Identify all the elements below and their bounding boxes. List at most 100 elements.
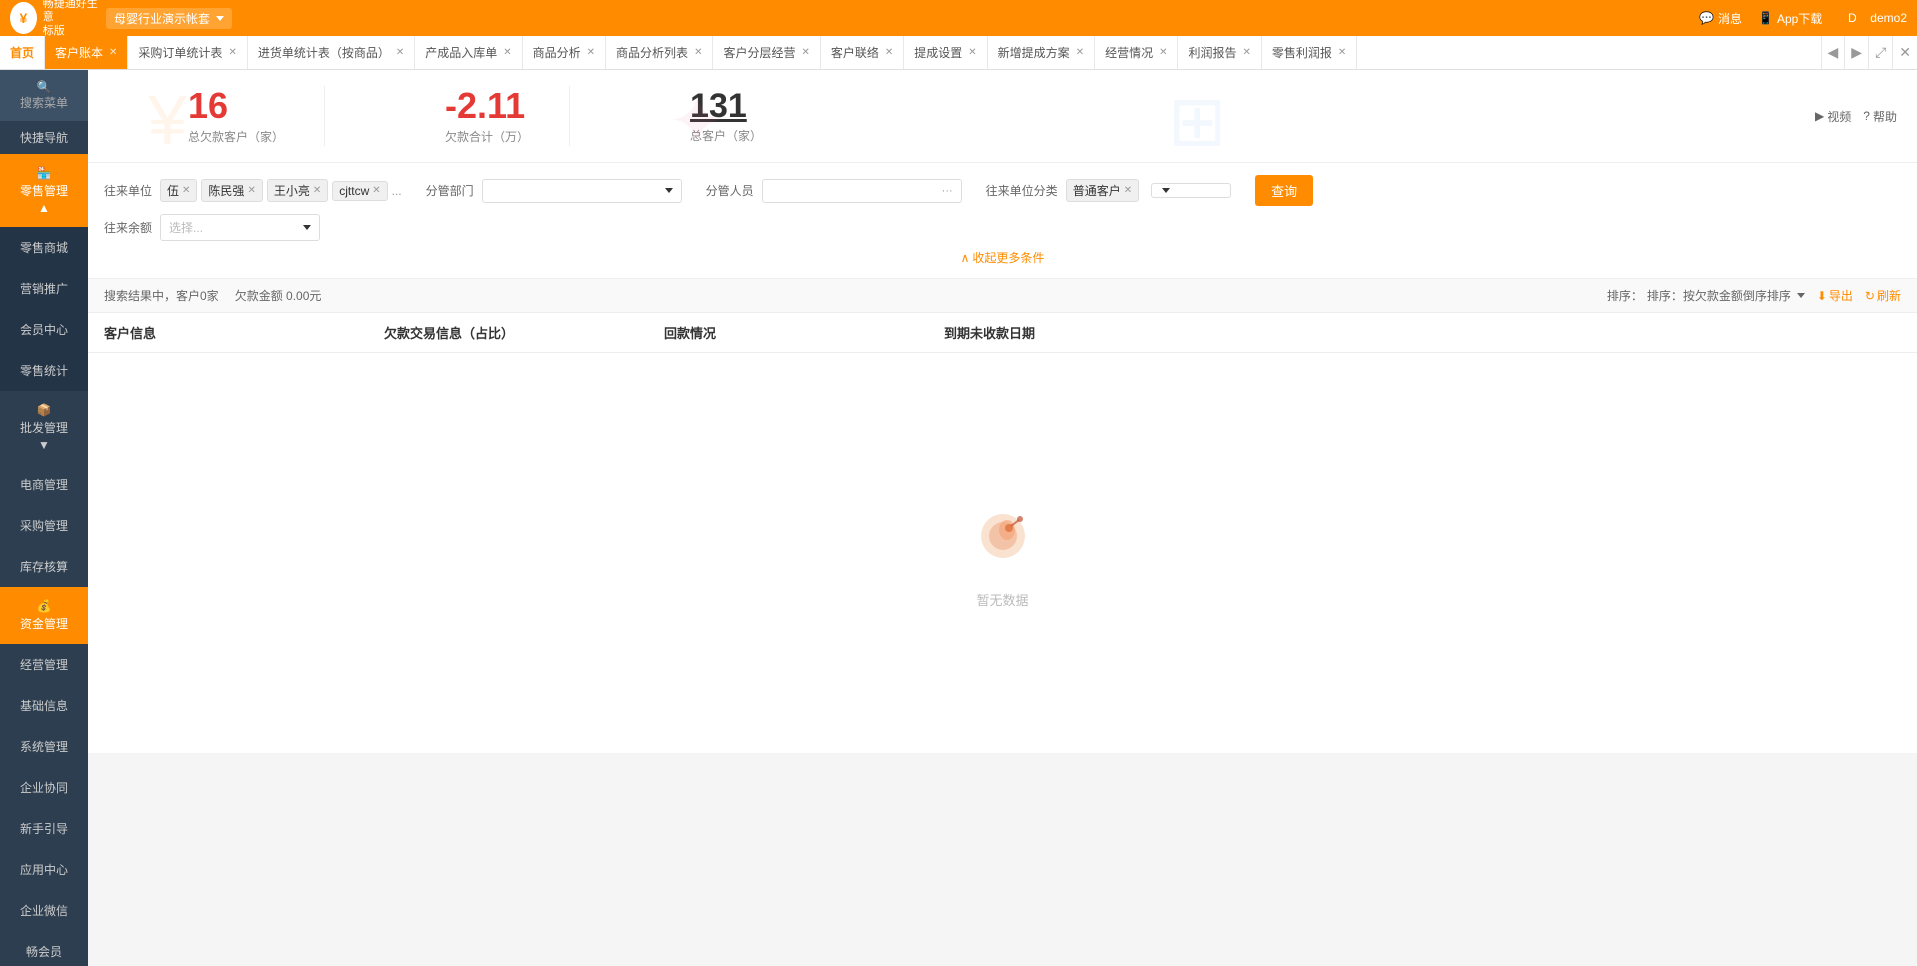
tab-close-customer-account[interactable]: ✕ bbox=[109, 47, 117, 58]
sort-select[interactable]: 排序： 排序：按欠款金额倒序排序 bbox=[1607, 287, 1805, 304]
sidebar-item-wholesale[interactable]: 📦 批发管理 ▼ bbox=[0, 391, 88, 464]
account-dropdown[interactable]: 母婴行业演示帐套 bbox=[106, 8, 232, 29]
tab-customer-contact[interactable]: 客户联络 ✕ bbox=[821, 36, 904, 70]
sidebar-item-finance[interactable]: 💰 资金管理 bbox=[0, 587, 88, 644]
person-select[interactable]: ··· bbox=[762, 179, 962, 203]
message-button[interactable]: 💬 消息 bbox=[1699, 10, 1742, 27]
filter-area: 往来单位 伍 ✕ 陈民强 ✕ 王小亮 ✕ bbox=[88, 163, 1917, 279]
tab-close-retail-profit[interactable]: ✕ bbox=[1338, 47, 1346, 58]
sidebar-item-retail-mgmt[interactable]: 🏪 零售管理 ▲ bbox=[0, 154, 88, 227]
tab-retail-profit[interactable]: 零售利润报 ✕ bbox=[1262, 36, 1357, 70]
tab-add-commission[interactable]: 新增提成方案 ✕ bbox=[988, 36, 1095, 70]
tab-expand-button[interactable]: ⤢ bbox=[1868, 36, 1892, 70]
sidebar-item-purchasing[interactable]: 采购管理 bbox=[0, 505, 88, 546]
collapse-icon: ∧ bbox=[961, 251, 970, 265]
filter-tag-3-close[interactable]: ✕ bbox=[372, 185, 380, 196]
sidebar-item-marketing[interactable]: 营销推广 bbox=[0, 268, 88, 309]
dept-label: 分管部门 bbox=[426, 182, 474, 199]
tab-close-operations[interactable]: ✕ bbox=[1159, 47, 1167, 58]
sidebar-item-retail-stats[interactable]: 零售统计 bbox=[0, 350, 88, 391]
tab-product-analysis[interactable]: 商品分析 ✕ bbox=[523, 36, 606, 70]
sidebar-item-enterprise-wechat[interactable]: 企业微信 bbox=[0, 890, 88, 931]
sidebar-item-basic-info[interactable]: 基础信息 bbox=[0, 685, 88, 726]
tab-close-add-commission[interactable]: ✕ bbox=[1076, 47, 1084, 58]
tab-close-goods-stats[interactable]: ✕ bbox=[396, 47, 404, 58]
filter-row-2: 往来余额 选择... bbox=[104, 214, 1901, 241]
sidebar-search[interactable]: 🔍 搜索菜单 bbox=[0, 70, 88, 121]
sidebar-item-inventory[interactable]: 库存核算 bbox=[0, 546, 88, 587]
sidebar-item-member-center[interactable]: 会员中心 bbox=[0, 309, 88, 350]
filter-tag-2-close[interactable]: ✕ bbox=[313, 185, 321, 196]
balance-select[interactable]: 选择... bbox=[160, 214, 320, 241]
export-icon: ⬇ bbox=[1817, 289, 1827, 303]
sidebar-quick-nav[interactable]: 快捷导航 bbox=[0, 121, 88, 154]
tab-customer-account[interactable]: 客户账本 ✕ bbox=[45, 36, 128, 70]
video-button[interactable]: ▶ 视频 bbox=[1815, 108, 1851, 125]
tab-customer-layer[interactable]: 客户分层经营 ✕ bbox=[713, 36, 820, 70]
category-select-chevron bbox=[1162, 188, 1170, 193]
tab-close-product-stock[interactable]: ✕ bbox=[503, 47, 511, 58]
finance-icon: 💰 bbox=[37, 599, 52, 613]
category-tag-0-close[interactable]: ✕ bbox=[1124, 185, 1132, 196]
help-button[interactable]: ? 帮助 bbox=[1863, 108, 1897, 125]
wholesale-icon: 📦 bbox=[37, 403, 52, 417]
tab-product-analysis-list[interactable]: 商品分析列表 ✕ bbox=[606, 36, 713, 70]
retail-expand-icon: ▲ bbox=[38, 201, 50, 215]
tab-commission-setting[interactable]: 提成设置 ✕ bbox=[904, 36, 987, 70]
sidebar-item-enterprise-collab[interactable]: 企业协同 bbox=[0, 767, 88, 808]
tab-close-customer-contact[interactable]: ✕ bbox=[885, 47, 893, 58]
tab-next-button[interactable]: ▶ bbox=[1844, 36, 1868, 70]
tab-close-purchase-order-stats[interactable]: ✕ bbox=[228, 47, 236, 58]
stat-value-debt: -2.11 bbox=[445, 88, 525, 124]
tab-close-customer-layer[interactable]: ✕ bbox=[801, 47, 809, 58]
tab-home[interactable]: 首页 bbox=[0, 36, 45, 70]
app-icon: 📱 bbox=[1758, 11, 1773, 25]
tab-close-product-analysis-list[interactable]: ✕ bbox=[694, 47, 702, 58]
tab-close-all-button[interactable]: ✕ bbox=[1892, 36, 1917, 70]
stat-value-total: 131 bbox=[690, 89, 747, 123]
results-bar: 搜索结果中，客户0家 欠款金额 0.00元 排序： 排序：按欠款金额倒序排序 ⬇… bbox=[88, 279, 1917, 313]
sidebar: 🔍 搜索菜单 快捷导航 🏪 零售管理 ▲ 零售商城 营销推广 会员中心 零售统计 bbox=[0, 70, 88, 966]
tab-goods-stats[interactable]: 进货单统计表（按商品） ✕ bbox=[248, 36, 415, 70]
filter-tag-0-close[interactable]: ✕ bbox=[182, 185, 190, 196]
dept-select-chevron bbox=[665, 188, 673, 193]
empty-icon bbox=[963, 498, 1043, 578]
export-button[interactable]: ⬇ 导出 bbox=[1817, 287, 1853, 304]
sidebar-item-operations-mgmt[interactable]: 经营管理 bbox=[0, 644, 88, 685]
sidebar-item-ecommerce[interactable]: 电商管理 bbox=[0, 464, 88, 505]
category-select[interactable] bbox=[1151, 183, 1231, 198]
app-download-button[interactable]: 📱 App下载 bbox=[1758, 10, 1822, 27]
tab-product-stock[interactable]: 产成品入库单 ✕ bbox=[415, 36, 522, 70]
tab-purchase-order-stats[interactable]: 采购订单统计表 ✕ bbox=[128, 36, 247, 70]
results-bar-right: 排序： 排序：按欠款金额倒序排序 ⬇ 导出 ↻ 刷新 bbox=[1607, 287, 1901, 304]
col-header-due-date: 到期未收款日期 bbox=[944, 323, 1224, 342]
filter-tag-1-close[interactable]: ✕ bbox=[247, 185, 255, 196]
filter-more-button[interactable]: ... bbox=[392, 184, 402, 198]
tab-close-profit-report[interactable]: ✕ bbox=[1243, 47, 1251, 58]
stat-divider-1 bbox=[324, 86, 325, 146]
video-icon: ▶ bbox=[1815, 109, 1824, 123]
category-tag-group: 普通客户 ✕ bbox=[1066, 179, 1139, 202]
tab-profit-report[interactable]: 利润报告 ✕ bbox=[1178, 36, 1261, 70]
refresh-button[interactable]: ↻ 刷新 bbox=[1865, 287, 1901, 304]
dept-select[interactable] bbox=[482, 179, 682, 203]
query-button[interactable]: 查询 bbox=[1255, 175, 1313, 206]
tab-operations[interactable]: 经营情况 ✕ bbox=[1095, 36, 1178, 70]
collapse-button[interactable]: ∧ 收起更多条件 bbox=[104, 249, 1901, 266]
col-header-debt: 欠款交易信息（占比） bbox=[384, 323, 664, 342]
sidebar-item-retail-store[interactable]: 零售商城 bbox=[0, 227, 88, 268]
tab-close-commission-setting[interactable]: ✕ bbox=[968, 47, 976, 58]
tab-close-product-analysis[interactable]: ✕ bbox=[587, 47, 595, 58]
sidebar-item-system-mgmt[interactable]: 系统管理 bbox=[0, 726, 88, 767]
tab-prev-button[interactable]: ◀ bbox=[1821, 36, 1845, 70]
sidebar-item-newcomer-guide[interactable]: 新手引导 bbox=[0, 808, 88, 849]
sidebar-item-app-center[interactable]: 应用中心 bbox=[0, 849, 88, 890]
app-container: ¥ 畅捷通好生意 标版 母婴行业演示帐套 💬 消息 📱 App下载 D demo… bbox=[0, 0, 1917, 966]
stat-label-customers: 总欠款客户（家） bbox=[188, 128, 284, 145]
sidebar-item-member[interactable]: 畅会员 bbox=[0, 931, 88, 966]
filter-tag-1: 陈民强 ✕ bbox=[201, 179, 262, 202]
table-body: 暂无数据 bbox=[88, 353, 1917, 753]
category-label: 往来单位分类 bbox=[986, 182, 1058, 199]
user-avatar[interactable]: D demo2 bbox=[1838, 4, 1907, 32]
sort-chevron bbox=[1797, 293, 1805, 298]
